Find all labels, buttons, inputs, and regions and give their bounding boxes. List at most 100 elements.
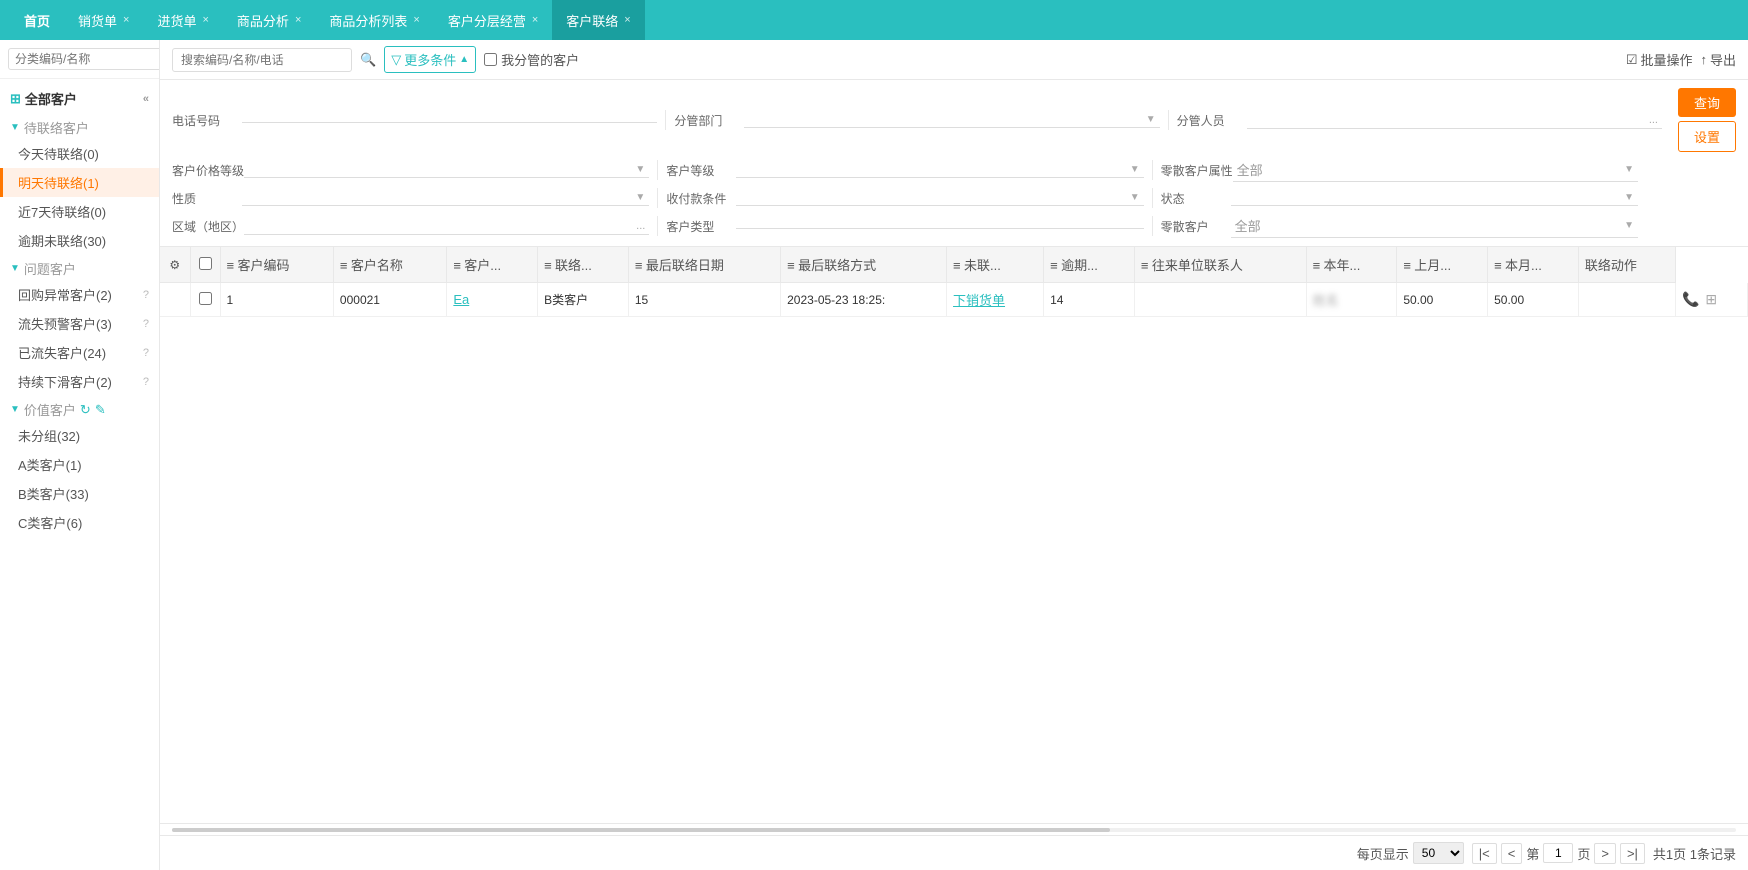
person-select[interactable]: ... (1247, 112, 1662, 129)
close-customer-contact-icon[interactable]: × (624, 14, 630, 26)
close-product-analysis-icon[interactable]: × (295, 14, 301, 26)
nav-customer-layered[interactable]: 客户分层经营 × (434, 0, 552, 40)
nav-customer-contact[interactable]: 客户联络 × (552, 0, 644, 40)
close-product-analysis-list-icon[interactable]: × (413, 14, 419, 26)
status-select[interactable]: ▼ (1231, 190, 1638, 206)
row-uncontacted: 14 (1044, 283, 1135, 317)
toolbar-search-input[interactable] (172, 48, 352, 72)
nav-product-analysis[interactable]: 商品分析 × (223, 0, 315, 40)
row-last-month: 50.00 (1488, 283, 1579, 317)
row-last-contact-date: 2023-05-23 18:25: (781, 283, 947, 317)
my-customer-checkbox-label[interactable]: 我分管的客户 (484, 50, 579, 69)
status-label: 状态 (1161, 190, 1231, 207)
row-action-phone-icon[interactable]: 📞 (1682, 291, 1699, 308)
sidebar-item-overdue-contact[interactable]: 逾期未联络(30) (0, 226, 159, 255)
sidebar-item-repurchase-abnormal[interactable]: 回购异常客户(2) ? (0, 280, 159, 309)
first-page-button[interactable]: |< (1472, 843, 1497, 864)
table-header-checkbox[interactable] (190, 247, 220, 283)
sidebar-item-churned[interactable]: 已流失客户(24) ? (0, 338, 159, 367)
phone-input[interactable] (242, 118, 657, 123)
toolbar: 🔍 ▽ 更多条件 ▲ 我分管的客户 ☑ 批量操作 ↑ 导出 (160, 40, 1748, 80)
row-name[interactable]: Ea (447, 283, 538, 317)
nature-select[interactable]: ▼ (242, 190, 649, 206)
toolbar-search-button[interactable]: 🔍 (360, 52, 376, 68)
status-caret-icon: ▼ (1624, 192, 1634, 203)
close-purchase-order-icon[interactable]: × (202, 14, 208, 26)
customer-level-select[interactable]: ▼ (736, 162, 1143, 178)
page-navigation: |< < 第 页 > >| (1472, 843, 1645, 864)
top-navigation: 首页 销货单 × 进货单 × 商品分析 × 商品分析列表 × 客户分层经营 × … (0, 0, 1748, 40)
select-all-checkbox[interactable] (199, 257, 212, 270)
horizontal-scrollbar[interactable] (160, 823, 1748, 835)
person-more-icon[interactable]: ... (1649, 114, 1658, 126)
nav-sales-order[interactable]: 销货单 × (64, 0, 143, 40)
dept-select[interactable]: ▼ (744, 112, 1159, 128)
nav-product-analysis-list[interactable]: 商品分析列表 × (315, 0, 433, 40)
retail-select[interactable]: 全部 ▼ (1231, 214, 1638, 238)
export-button[interactable]: ↑ 导出 (1700, 50, 1736, 69)
next-page-button[interactable]: > (1594, 843, 1616, 864)
sidebar-item-class-c[interactable]: C类客户(6) (0, 508, 159, 537)
page-size-select[interactable]: 50 100 200 (1413, 842, 1464, 864)
row-checkbox-cell[interactable] (190, 283, 220, 317)
sidebar-group-pending: ▼ 待联络客户 (0, 114, 159, 139)
more-filter-button[interactable]: ▽ 更多条件 ▲ (384, 46, 476, 73)
help-icon-1[interactable]: ? (143, 289, 149, 301)
row-this-month (1578, 283, 1675, 317)
close-customer-layered-icon[interactable]: × (532, 14, 538, 26)
sidebar-item-today-contact[interactable]: 今天待联络(0) (0, 139, 159, 168)
collapse-icon[interactable]: « (143, 93, 149, 105)
nav-home[interactable]: 首页 (10, 0, 64, 40)
row-customer-type: B类客户 (538, 283, 629, 317)
edit-icon[interactable]: ✎ (95, 402, 106, 418)
close-sales-order-icon[interactable]: × (123, 14, 129, 26)
table-header-this-month: ≡ 本月... (1488, 247, 1579, 283)
phone-label: 电话号码 (172, 112, 242, 129)
prev-page-button[interactable]: < (1501, 843, 1523, 864)
table-header-last-month: ≡ 上月... (1397, 247, 1488, 283)
sidebar-all-customers[interactable]: ⊞ 全部客户 « (0, 83, 159, 114)
nav-purchase-order[interactable]: 进货单 × (143, 0, 222, 40)
row-checkbox[interactable] (199, 292, 212, 305)
sidebar-item-tomorrow-contact[interactable]: 明天待联络(1) (0, 168, 159, 197)
batch-operation-button[interactable]: ☑ 批量操作 (1626, 50, 1693, 69)
payment-select[interactable]: ▼ (736, 190, 1143, 206)
sidebar-item-class-a[interactable]: A类客户(1) (0, 450, 159, 479)
my-customer-checkbox[interactable] (484, 53, 497, 66)
table-header-settings[interactable]: ⚙ (160, 247, 190, 283)
filter-arrow-icon: ▲ (459, 54, 469, 65)
payment-label: 收付款条件 (666, 190, 736, 207)
help-icon-4[interactable]: ? (143, 376, 149, 388)
table-header-contact-count: ≡ 联络... (538, 247, 629, 283)
scrollbar-thumb[interactable] (172, 828, 1110, 832)
price-level-select[interactable]: ▼ (244, 162, 649, 178)
triangle-icon-2: ▼ (10, 263, 20, 274)
help-icon-3[interactable]: ? (143, 347, 149, 359)
customer-type-select[interactable] (736, 224, 1143, 229)
sidebar-group-problem: ▼ 问题客户 (0, 255, 159, 280)
filter-panel: 电话号码 分管部门 ▼ 分管人员 ... (160, 80, 1748, 247)
area-more-icon[interactable]: ... (636, 220, 645, 232)
retail-caret-icon: ▼ (1624, 220, 1634, 231)
retail-attr-label: 零散客户属性 (1161, 162, 1233, 179)
query-button[interactable]: 查询 (1678, 88, 1736, 117)
customer-table: ⚙ ≡ 客户编码 ≡ 客户名称 ≡ 客户... ≡ 联络... ≡ 最后联络日期… (160, 247, 1748, 317)
page-number-input[interactable] (1543, 843, 1573, 863)
table-header-last-contact-date: ≡ 最后联络日期 (628, 247, 780, 283)
sidebar-search-input[interactable] (8, 48, 160, 70)
last-page-button[interactable]: >| (1620, 843, 1645, 864)
retail-attr-select[interactable]: 全部 ▼ (1233, 158, 1638, 182)
nature-label: 性质 (172, 190, 242, 207)
sidebar-item-7day-contact[interactable]: 近7天待联络(0) (0, 197, 159, 226)
refresh-icon[interactable]: ↻ (80, 402, 91, 418)
settings-button[interactable]: 设置 (1678, 121, 1736, 152)
sidebar-item-ungrouped[interactable]: 未分组(32) (0, 421, 159, 450)
row-last-contact-method[interactable]: 下销货单 (947, 283, 1044, 317)
sidebar-item-class-b[interactable]: B类客户(33) (0, 479, 159, 508)
page-label: 第 (1526, 844, 1539, 863)
help-icon-2[interactable]: ? (143, 318, 149, 330)
sidebar-item-declining[interactable]: 持续下滑客户(2) ? (0, 367, 159, 396)
row-action-grid-icon[interactable]: ⊞ (1705, 291, 1717, 308)
sidebar-item-churn-warning[interactable]: 流失预警客户(3) ? (0, 309, 159, 338)
area-select[interactable]: ... (244, 218, 649, 235)
